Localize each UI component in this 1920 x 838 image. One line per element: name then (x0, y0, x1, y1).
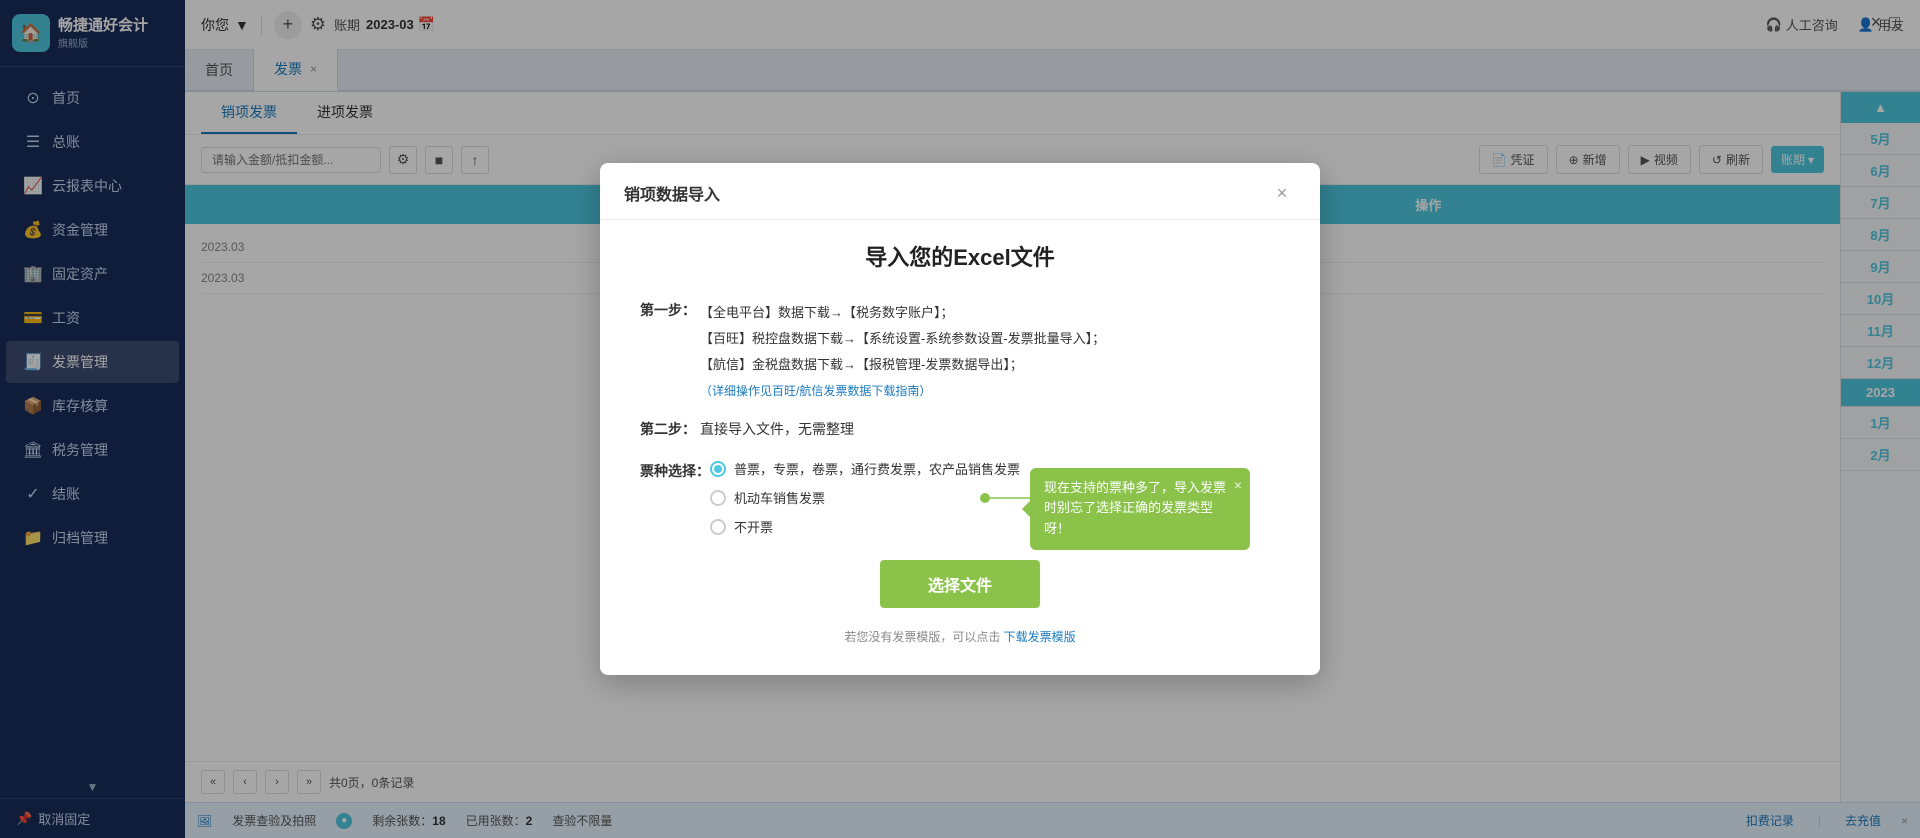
download-template-link[interactable]: 下载发票模版 (1004, 630, 1076, 644)
radio-no-ticket-circle (710, 519, 726, 535)
radio-general[interactable]: 普票，专票，卷票，通行费发票，农产品销售发票 (710, 459, 1020, 478)
step1-content: 【全电平台】数据下载→【税务数字账户】； 【百旺】税控盘数据下载→【系统设置-系… (700, 300, 1105, 399)
tooltip-dot (980, 493, 990, 503)
radio-general-circle (710, 461, 726, 477)
radio-vehicle[interactable]: 机动车销售发票 × 现在支持的票种多了，导入发票时别忘了选择正确的发票类型呀！ (710, 488, 1020, 507)
step2: 第二步： 直接导入文件，无需整理 (640, 419, 1280, 439)
step1: 第一步： 【全电平台】数据下载→【税务数字账户】； 【百旺】税控盘数据下载→【系… (640, 300, 1280, 399)
step2-label: 第二步： (640, 419, 700, 439)
ticket-select-row: 票种选择： 普票，专票，卷票，通行费发票，农产品销售发票 机动车销售发票 (640, 459, 1280, 536)
modal-title: 销项数据导入 (624, 181, 720, 205)
radio-general-label: 普票，专票，卷票，通行费发票，农产品销售发票 (734, 459, 1020, 478)
radio-no-ticket-label: 不开票 (734, 517, 773, 536)
radio-group: 普票，专票，卷票，通行费发票，农产品销售发票 机动车销售发票 (710, 459, 1020, 536)
select-file-area: 选择文件 (640, 560, 1280, 608)
step2-content: 直接导入文件，无需整理 (700, 419, 854, 439)
modal-excel-title: 导入您的Excel文件 (640, 240, 1280, 272)
step1-line-2: 【百旺】税控盘数据下载→【系统设置-系统参数设置-发票批量导入】； (700, 326, 1105, 352)
modal: 销项数据导入 × 导入您的Excel文件 第一步： 【全电平台】数据下载→【税务… (600, 163, 1320, 675)
tooltip-bubble: × 现在支持的票种多了，导入发票时别忘了选择正确的发票类型呀！ (1030, 468, 1250, 550)
modal-body: 导入您的Excel文件 第一步： 【全电平台】数据下载→【税务数字账户】； 【百… (600, 220, 1320, 675)
modal-footer: 若您没有发票模版，可以点击 下载发票模版 (640, 628, 1280, 645)
select-file-btn[interactable]: 选择文件 (880, 560, 1040, 608)
tooltip-text: 现在支持的票种多了，导入发票时别忘了选择正确的发票类型呀！ (1044, 480, 1226, 537)
step1-line-3: 【航信】金税盘数据下载→【报税管理-发票数据导出】； (700, 352, 1105, 378)
step1-label: 第一步： (640, 300, 700, 399)
modal-overlay: 销项数据导入 × 导入您的Excel文件 第一步： 【全电平台】数据下载→【税务… (0, 0, 1920, 838)
modal-header: 销项数据导入 × (600, 163, 1320, 220)
step1-line-1: 【全电平台】数据下载→【税务数字账户】； (700, 300, 1105, 326)
modal-close-btn[interactable]: × (1268, 179, 1296, 207)
radio-vehicle-label: 机动车销售发票 (734, 488, 825, 507)
ticket-select-label: 票种选择： (640, 459, 710, 536)
step1-link-area: （详细操作见百旺/航信发票数据下载指南） (700, 382, 1105, 399)
radio-no-ticket[interactable]: 不开票 (710, 517, 1020, 536)
radio-vehicle-circle (710, 490, 726, 506)
step1-guide-link[interactable]: （详细操作见百旺/航信发票数据下载指南） (700, 384, 931, 398)
tooltip-close-btn[interactable]: × (1234, 474, 1242, 496)
